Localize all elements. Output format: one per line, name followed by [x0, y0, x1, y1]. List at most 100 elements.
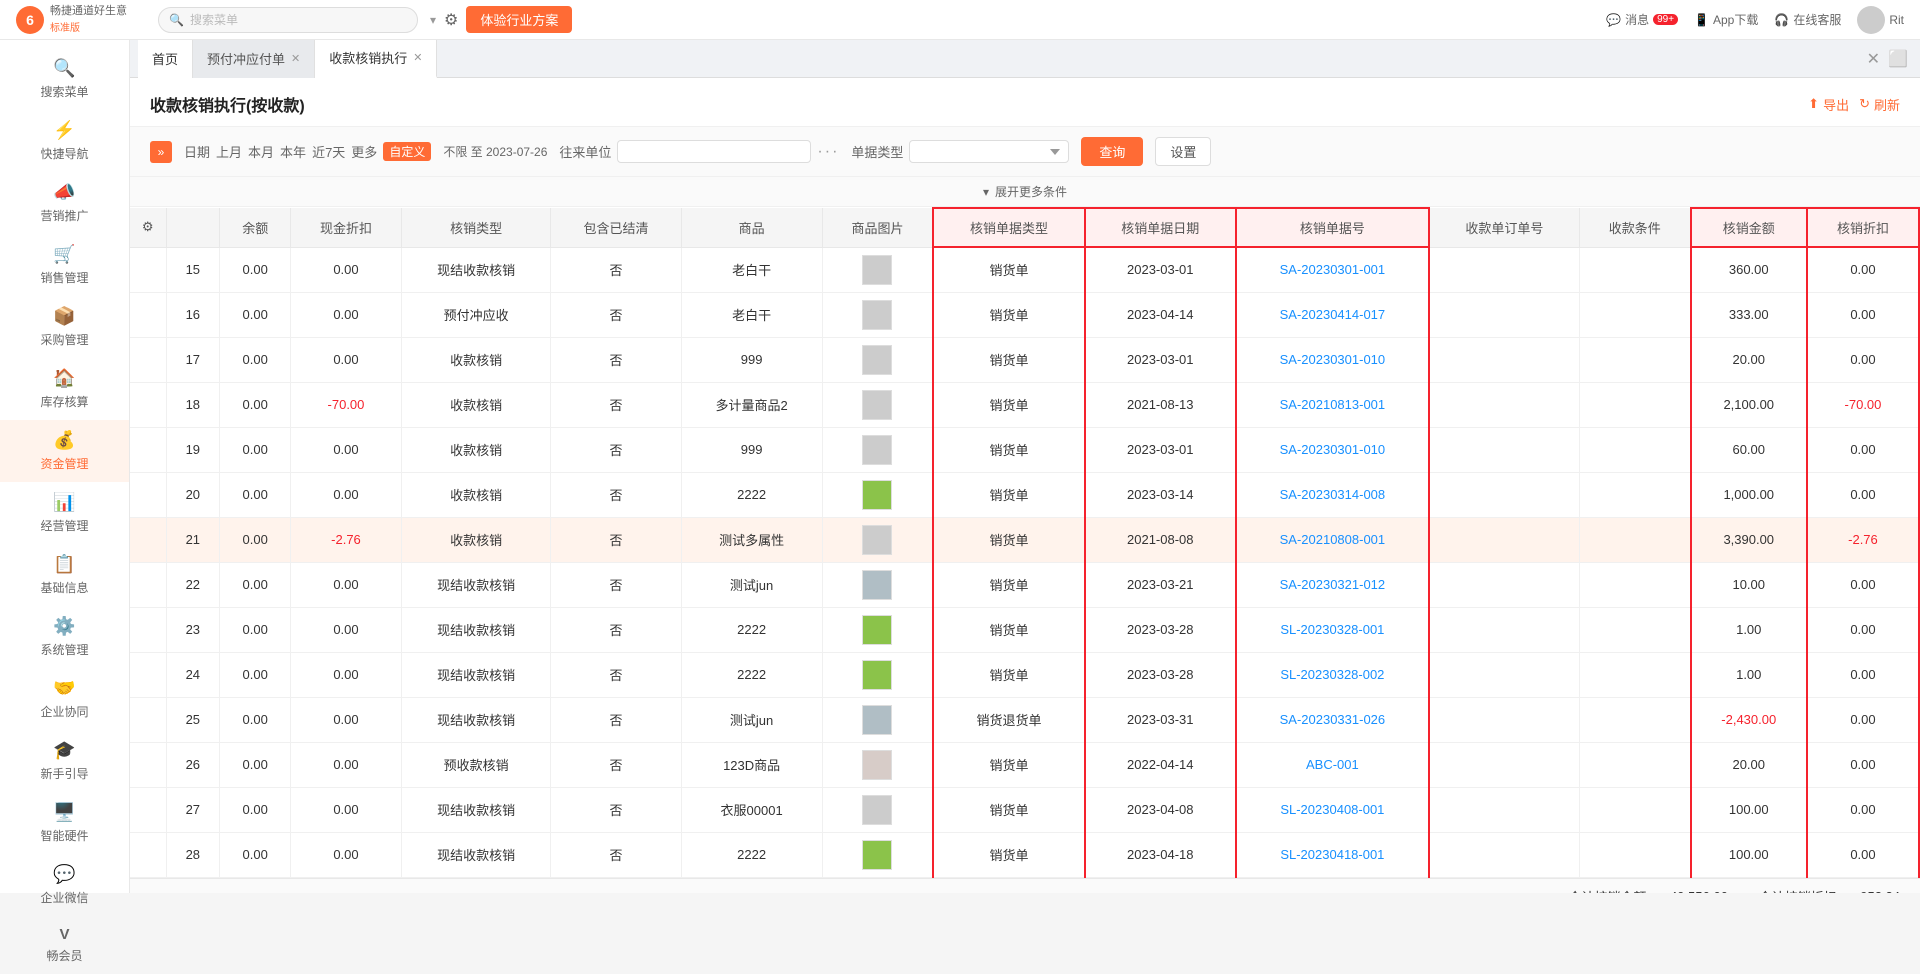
refresh-button[interactable]: ↻ 刷新 — [1859, 95, 1900, 114]
sidebar-item-label: 企业协同 — [40, 703, 88, 720]
sidebar-item-guide[interactable]: 🎓 新手引导 — [0, 730, 129, 792]
partner-input[interactable] — [617, 140, 811, 163]
page-header: 收款核销执行(按收款) ⬆ 导出 ↻ 刷新 — [130, 78, 1920, 127]
setting-button[interactable]: 设置 — [1155, 137, 1211, 166]
type-select[interactable] — [909, 140, 1069, 163]
sidebar-item-system[interactable]: ⚙️ 系统管理 — [0, 606, 129, 668]
cell-balance: 0.00 — [220, 562, 291, 607]
sidebar-item-label: 企业微信 — [40, 889, 88, 906]
cell-receipt-condition — [1579, 607, 1690, 652]
query-button[interactable]: 查询 — [1081, 137, 1143, 166]
sidebar-item-label: 经营管理 — [40, 517, 88, 534]
filter-partner-group: 往来单位 ··· — [559, 140, 839, 163]
cell-cancel-bill-no[interactable]: SA-20230301-001 — [1236, 247, 1429, 292]
cell-cancel-bill-no[interactable]: SA-20230314-008 — [1236, 472, 1429, 517]
close-icon[interactable]: ✕ — [291, 52, 300, 65]
cell-product-img — [822, 382, 933, 427]
chevron-down-icon[interactable]: ▾ — [430, 13, 436, 27]
table-row: 25 0.00 0.00 现结收款核销 否 测试jun 销货退货单 2023-0… — [130, 697, 1919, 742]
date-link-this-year[interactable]: 本年 — [280, 142, 306, 161]
sidebar-item-search[interactable]: 🔍 搜索菜单 — [0, 48, 129, 110]
cell-cancel-bill-no[interactable]: SA-20230414-017 — [1236, 292, 1429, 337]
service-label: 在线客服 — [1793, 11, 1841, 28]
date-link-more[interactable]: 更多 — [351, 142, 377, 161]
ellipsis-icon: ··· — [817, 143, 839, 161]
sidebar-item-purchase[interactable]: 📦 采购管理 — [0, 296, 129, 358]
cell-cancel-bill-no[interactable]: SL-20230408-001 — [1236, 787, 1429, 832]
table-row: 22 0.00 0.00 现结收款核销 否 测试jun 销货单 2023-03-… — [130, 562, 1919, 607]
cell-settings — [130, 697, 166, 742]
trial-button[interactable]: 体验行业方案 — [466, 6, 572, 33]
cell-settings — [130, 472, 166, 517]
cell-cancel-bill-type: 销货单 — [933, 832, 1084, 877]
cell-balance: 0.00 — [220, 337, 291, 382]
cell-cancel-bill-no[interactable]: SA-20230331-026 — [1236, 697, 1429, 742]
sidebar-item-inventory[interactable]: 🏠 库存核算 — [0, 358, 129, 420]
cell-cancel-amount: 1,000.00 — [1691, 472, 1807, 517]
sidebar-item-wechat[interactable]: 💬 企业微信 — [0, 854, 129, 916]
search-placeholder: 搜索菜单 — [190, 11, 238, 28]
sidebar-item-finance[interactable]: 💰 资金管理 — [0, 420, 129, 482]
search-bar[interactable]: 🔍 搜索菜单 — [158, 7, 418, 33]
avatar — [1857, 6, 1885, 34]
sidebar: 🔍 搜索菜单 ⚡ 快捷导航 📣 营销推广 🛒 销售管理 📦 采购管理 🏠 库存核… — [0, 40, 130, 893]
service-item[interactable]: 🎧 在线客服 — [1774, 11, 1841, 28]
table-row: 26 0.00 0.00 预收款核销 否 123D商品 销货单 2022-04-… — [130, 742, 1919, 787]
col-cancel-amount: 核销金额 — [1691, 208, 1807, 247]
cell-cancel-bill-no[interactable]: SL-20230418-001 — [1236, 832, 1429, 877]
gear-icon[interactable]: ⚙ — [444, 10, 458, 30]
cell-cancel-type: 收款核销 — [401, 472, 551, 517]
cell-seq: 20 — [166, 472, 220, 517]
tab-cancel[interactable]: 收款核销执行 ✕ — [315, 40, 437, 78]
sidebar-item-basics[interactable]: 📋 基础信息 — [0, 544, 129, 606]
sidebar-item-label: 系统管理 — [40, 641, 88, 658]
custom-date-button[interactable]: 自定义 — [383, 142, 431, 161]
cell-cancel-bill-no[interactable]: SA-20210808-001 — [1236, 517, 1429, 562]
cell-cash-discount: 0.00 — [291, 652, 401, 697]
cell-cash-discount: 0.00 — [291, 697, 401, 742]
sidebar-item-operations[interactable]: 📊 经营管理 — [0, 482, 129, 544]
cell-balance: 0.00 — [220, 517, 291, 562]
page-actions: ⬆ 导出 ↻ 刷新 — [1808, 95, 1900, 114]
sidebar-item-vip[interactable]: V 畅会员 — [0, 916, 129, 974]
cell-cancel-bill-no[interactable]: SL-20230328-002 — [1236, 652, 1429, 697]
cell-cancel-bill-no[interactable]: SA-20230301-010 — [1236, 337, 1429, 382]
close-icon[interactable]: ✕ — [413, 51, 422, 64]
close-window-icon[interactable]: ✕ — [1867, 49, 1880, 69]
sidebar-item-sales[interactable]: 🛒 销售管理 — [0, 234, 129, 296]
date-link-this-month[interactable]: 本月 — [248, 142, 274, 161]
sidebar-item-marketing[interactable]: 📣 营销推广 — [0, 172, 129, 234]
date-link-7days[interactable]: 近7天 — [312, 142, 345, 161]
service-icon: 🎧 — [1774, 13, 1789, 27]
cell-cancel-bill-no[interactable]: ABC-001 — [1236, 742, 1429, 787]
cell-cancel-discount: 0.00 — [1807, 832, 1919, 877]
cell-seq: 23 — [166, 607, 220, 652]
date-range-display: 不限 至 2023-07-26 — [443, 143, 547, 160]
cell-cancel-bill-no[interactable]: SA-20230321-012 — [1236, 562, 1429, 607]
cell-cancel-bill-date: 2023-03-01 — [1085, 337, 1236, 382]
page-title: 收款核销执行(按收款) — [150, 92, 305, 116]
col-settings[interactable]: ⚙ — [130, 208, 166, 247]
user-item[interactable]: Rit — [1857, 6, 1904, 34]
export-button[interactable]: ⬆ 导出 — [1808, 95, 1849, 114]
message-item[interactable]: 💬 消息 99+ — [1606, 11, 1678, 28]
maximize-icon[interactable]: ⬜ — [1888, 49, 1908, 69]
partner-label: 往来单位 — [559, 142, 611, 161]
guide-icon: 🎓 — [53, 740, 75, 761]
system-icon: ⚙️ — [53, 616, 75, 637]
app-download-item[interactable]: 📱 App下载 — [1694, 11, 1758, 28]
cell-cancel-bill-no[interactable]: SA-20230301-010 — [1236, 427, 1429, 472]
basics-icon: 📋 — [53, 554, 75, 575]
cell-cancel-bill-no[interactable]: SL-20230328-001 — [1236, 607, 1429, 652]
sidebar-item-shortcuts[interactable]: ⚡ 快捷导航 — [0, 110, 129, 172]
cell-cancel-bill-no[interactable]: SA-20210813-001 — [1236, 382, 1429, 427]
sidebar-item-collab[interactable]: 🤝 企业协同 — [0, 668, 129, 730]
date-link-last-month[interactable]: 上月 — [216, 142, 242, 161]
tab-home[interactable]: 首页 — [138, 40, 193, 78]
tab-prepay[interactable]: 预付冲应付单 ✕ — [193, 40, 315, 78]
cell-product-img — [822, 472, 933, 517]
cell-product-img — [822, 517, 933, 562]
sidebar-item-hardware[interactable]: 🖥️ 智能硬件 — [0, 792, 129, 854]
expand-button[interactable]: » — [150, 141, 172, 163]
expand-more-row[interactable]: ▾ 展开更多条件 — [130, 177, 1920, 207]
